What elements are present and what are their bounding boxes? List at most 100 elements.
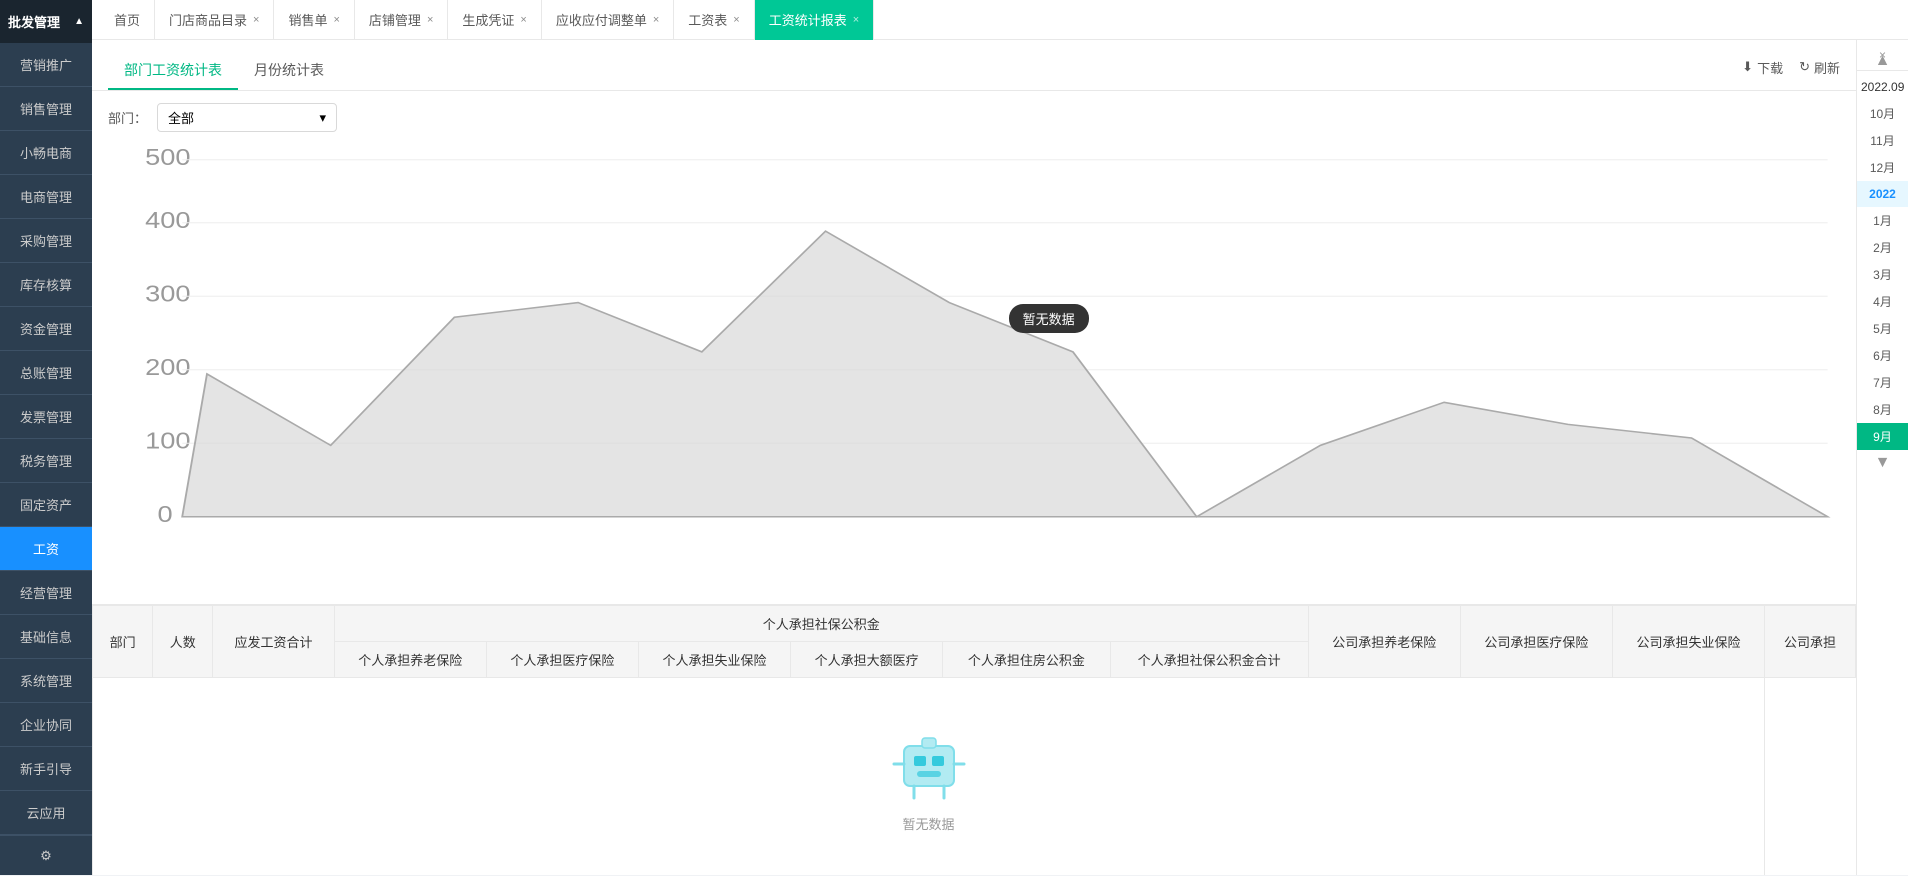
- content-area: 部门工资统计表 月份统计表 ⬇ 下载 ↻ 刷新 部门：: [92, 40, 1908, 875]
- tab-销售单[interactable]: 销售单 ×: [274, 0, 354, 40]
- month-1[interactable]: 1月: [1857, 207, 1908, 234]
- dept-filter-select[interactable]: 全部 ▾: [157, 103, 337, 132]
- tab-label: 工资统计报表: [769, 10, 847, 29]
- month-5[interactable]: 5月: [1857, 315, 1908, 342]
- sidebar-item-营销推广[interactable]: 营销推广: [0, 43, 92, 87]
- month-3[interactable]: 3月: [1857, 261, 1908, 288]
- tab-应收应付调整单[interactable]: 应收应付调整单 ×: [542, 0, 674, 40]
- area-chart: 500 400 300 200 100 0: [108, 144, 1840, 564]
- tab-门店商品目录[interactable]: 门店商品目录 ×: [155, 0, 274, 40]
- tab-label: 工资表: [688, 10, 727, 29]
- table-wrapper[interactable]: 部门 人数 应发工资合计 个人承担社保公积金 公司承担养老保险 公司承担医疗保险…: [92, 604, 1856, 875]
- download-icon: ⬇: [1742, 59, 1753, 75]
- tab-生成凭证[interactable]: 生成凭证 ×: [448, 0, 541, 40]
- svg-text:300: 300: [145, 281, 190, 307]
- svg-text:500: 500: [145, 145, 190, 171]
- no-data-area: 暂无数据: [105, 686, 1752, 873]
- main-area: 首页门店商品目录×销售单×店铺管理×生成凭证×应收应付调整单×工资表×工资统计报…: [92, 0, 1908, 875]
- sidebar-item-基础信息[interactable]: 基础信息: [0, 615, 92, 659]
- no-data-icon: [889, 726, 969, 806]
- month-8[interactable]: 8月: [1857, 396, 1908, 423]
- sidebar-footer-settings[interactable]: ⚙: [0, 835, 92, 876]
- tab-close-icon[interactable]: ×: [653, 14, 659, 26]
- tab-label: 应收应付调整单: [556, 10, 647, 29]
- svg-text:200: 200: [145, 355, 190, 381]
- month-7[interactable]: 7月: [1857, 369, 1908, 396]
- year-2022: 2022: [1857, 181, 1908, 207]
- sidebar-item-企业协同[interactable]: 企业协同: [0, 703, 92, 747]
- tab-dept-stats[interactable]: 部门工资统计表: [108, 52, 238, 90]
- tab-首页[interactable]: 首页: [100, 0, 155, 40]
- close-icon: ×: [1879, 48, 1886, 62]
- col-company-med: 公司承担医疗保险: [1460, 606, 1612, 678]
- tab-店铺管理[interactable]: 店铺管理 ×: [355, 0, 448, 40]
- sub-tabs: 部门工资统计表 月份统计表: [108, 52, 340, 90]
- sidebar-item-小畅电商[interactable]: 小畅电商: [0, 131, 92, 175]
- tab-close-icon[interactable]: ×: [253, 14, 259, 26]
- tab-close-icon[interactable]: ×: [733, 14, 739, 26]
- month-6[interactable]: 6月: [1857, 342, 1908, 369]
- tab-month-stats[interactable]: 月份统计表: [238, 52, 340, 90]
- dept-filter-label: 部门：: [108, 108, 147, 127]
- sidebar-item-经营管理[interactable]: 经营管理: [0, 571, 92, 615]
- col-company-unemp: 公司承担失业保险: [1612, 606, 1764, 678]
- tab-label: 销售单: [288, 10, 327, 29]
- sidebar-items: 营销推广销售管理小畅电商电商管理采购管理库存核算资金管理总账管理发票管理税务管理…: [0, 43, 92, 835]
- col-personal-old: 个人承担养老保险: [334, 642, 486, 678]
- sidebar-header[interactable]: 批发管理 ▲: [0, 0, 92, 43]
- sidebar-item-新手引导[interactable]: 新手引导: [0, 747, 92, 791]
- chevron-down-icon: ▾: [319, 110, 326, 126]
- tab-close-icon[interactable]: ×: [853, 14, 859, 26]
- col-personal-total: 个人承担社保公积金合计: [1110, 642, 1308, 678]
- filter-row: 部门： 全部 ▾: [92, 91, 1856, 144]
- month-12[interactable]: 12月: [1857, 154, 1908, 181]
- month-2[interactable]: 2月: [1857, 234, 1908, 261]
- sidebar-item-发票管理[interactable]: 发票管理: [0, 395, 92, 439]
- col-company-old: 公司承担养老保险: [1308, 606, 1460, 678]
- svg-text:0: 0: [157, 502, 172, 528]
- sidebar-item-电商管理[interactable]: 电商管理: [0, 175, 92, 219]
- month-10[interactable]: 10月: [1857, 100, 1908, 127]
- year-month-picker: ▲ 2022.09 10月 11月 12月 2022 1月 2月 3月 4月 5…: [1857, 48, 1908, 476]
- tab-bar: 首页门店商品目录×销售单×店铺管理×生成凭证×应收应付调整单×工资表×工资统计报…: [92, 0, 1908, 40]
- chart-area: 500 400 300 200 100 0: [92, 144, 1856, 604]
- tab-close-icon[interactable]: ×: [520, 14, 526, 26]
- tab-close-icon[interactable]: ×: [427, 14, 433, 26]
- refresh-label: 刷新: [1814, 58, 1840, 77]
- sidebar-item-资金管理[interactable]: 资金管理: [0, 307, 92, 351]
- refresh-action[interactable]: ↻ 刷新: [1799, 58, 1840, 77]
- sidebar-item-税务管理[interactable]: 税务管理: [0, 439, 92, 483]
- month-9[interactable]: 9月: [1857, 423, 1908, 450]
- col-group-personal: 个人承担社保公积金: [334, 606, 1308, 642]
- tab-close-icon[interactable]: ×: [333, 14, 339, 26]
- sidebar-item-采购管理[interactable]: 采购管理: [0, 219, 92, 263]
- download-action[interactable]: ⬇ 下载: [1742, 58, 1783, 77]
- sidebar-item-工资[interactable]: 工资: [0, 527, 92, 571]
- dept-filter-value: 全部: [168, 108, 194, 127]
- tab-工资表[interactable]: 工资表 ×: [674, 0, 754, 40]
- col-personal-unemp: 个人承担失业保险: [638, 642, 790, 678]
- col-personal-med: 个人承担医疗保险: [486, 642, 638, 678]
- chart-container: 500 400 300 200 100 0: [108, 144, 1840, 564]
- svg-text:100: 100: [145, 428, 190, 454]
- sidebar-item-总账管理[interactable]: 总账管理: [0, 351, 92, 395]
- month-4[interactable]: 4月: [1857, 288, 1908, 315]
- tab-工资统计报表[interactable]: 工资统计报表 ×: [755, 0, 874, 40]
- sidebar-item-系统管理[interactable]: 系统管理: [0, 659, 92, 703]
- tab-label: 首页: [114, 10, 140, 29]
- tab-label: 门店商品目录: [169, 10, 247, 29]
- tab-label: 店铺管理: [369, 10, 421, 29]
- month-11[interactable]: 11月: [1857, 127, 1908, 154]
- year-2022-09: 2022.09: [1857, 74, 1908, 100]
- sidebar: 批发管理 ▲ 营销推广销售管理小畅电商电商管理采购管理库存核算资金管理总账管理发…: [0, 0, 92, 875]
- sidebar-item-云应用[interactable]: 云应用: [0, 791, 92, 835]
- col-count: 人数: [153, 606, 213, 678]
- sidebar-item-固定资产[interactable]: 固定资产: [0, 483, 92, 527]
- right-panel-close[interactable]: ×: [1857, 40, 1908, 71]
- settings-icon: ⚙: [40, 848, 52, 863]
- sidebar-arrow-icon: ▲: [74, 16, 84, 27]
- sidebar-item-销售管理[interactable]: 销售管理: [0, 87, 92, 131]
- tab-label: 生成凭证: [462, 10, 514, 29]
- nav-down-icon[interactable]: ▼: [1857, 450, 1908, 476]
- sidebar-item-库存核算[interactable]: 库存核算: [0, 263, 92, 307]
